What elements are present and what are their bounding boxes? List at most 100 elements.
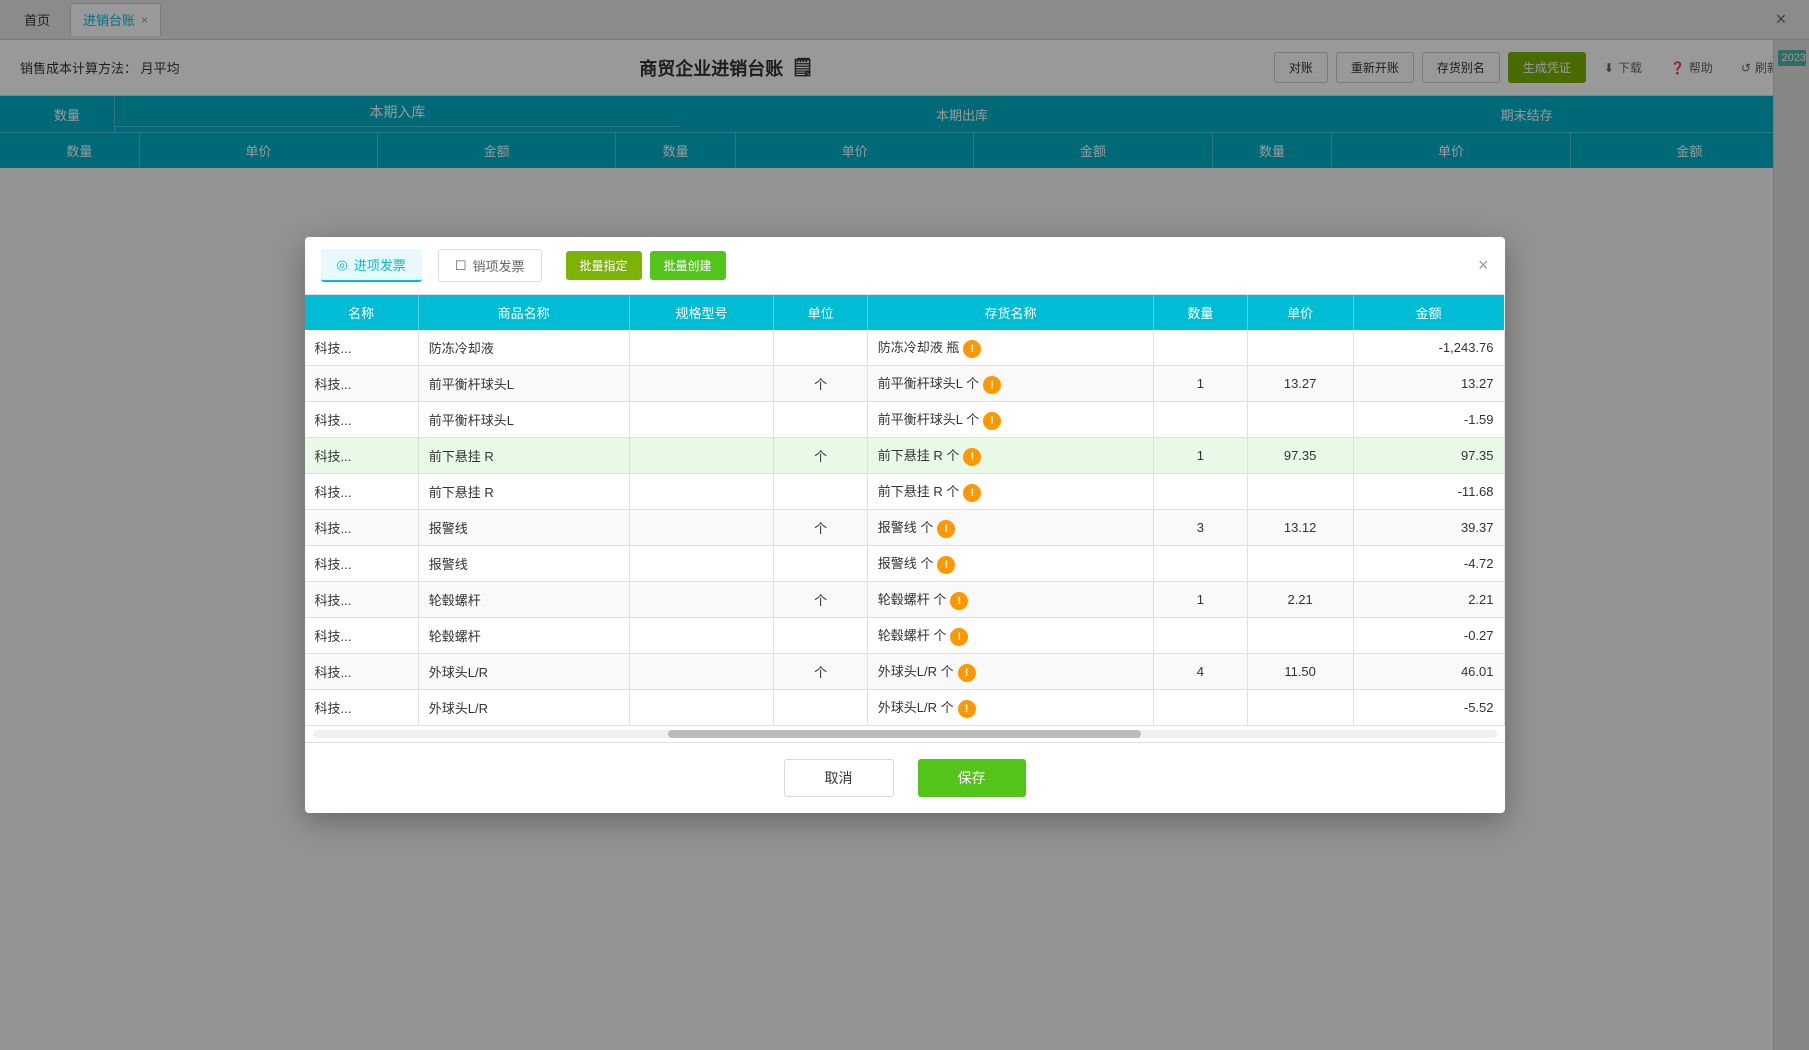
th-name: 名称 — [305, 295, 419, 330]
cell-quantity — [1154, 618, 1247, 654]
cell-quantity: 1 — [1154, 366, 1247, 402]
modal-table-scroll[interactable]: 名称 商品名称 规格型号 单位 存货名称 数量 单价 金额 科技... 防冻冷却… — [305, 295, 1505, 726]
cell-product-name: 轮毂螺杆 — [418, 582, 629, 618]
cell-unit — [774, 330, 867, 366]
warning-icon: ! — [983, 376, 1001, 394]
invoice-table: 名称 商品名称 规格型号 单位 存货名称 数量 单价 金额 科技... 防冻冷却… — [305, 295, 1505, 726]
cell-unit: 个 — [774, 438, 867, 474]
table-row: 科技... 前下悬挂 R 个 前下悬挂 R 个! 1 97.35 97.35 — [305, 438, 1505, 474]
cell-stock-name: 报警线 个! — [867, 546, 1153, 582]
tab-outgoing-invoice[interactable]: ☐ 销项发票 — [438, 249, 542, 282]
table-row: 科技... 外球头L/R 个 外球头L/R 个! 4 11.50 46.01 — [305, 654, 1505, 690]
cell-stock-name: 前下悬挂 R 个! — [867, 474, 1153, 510]
tab-incoming-invoice[interactable]: ◎ 进项发票 — [321, 249, 422, 282]
save-button[interactable]: 保存 — [918, 759, 1026, 797]
cell-unit-price — [1247, 546, 1353, 582]
cell-unit-price — [1247, 474, 1353, 510]
warning-icon: ! — [958, 664, 976, 682]
cell-amount: 39.37 — [1353, 510, 1504, 546]
cell-name: 科技... — [305, 474, 419, 510]
cell-stock-name: 前平衡杆球头L 个! — [867, 402, 1153, 438]
cell-spec — [629, 582, 774, 618]
cell-quantity — [1154, 546, 1247, 582]
cancel-button[interactable]: 取消 — [784, 759, 894, 797]
cell-quantity: 4 — [1154, 654, 1247, 690]
cell-stock-name: 轮毂螺杆 个! — [867, 582, 1153, 618]
warning-icon: ! — [963, 448, 981, 466]
cell-unit — [774, 690, 867, 726]
cell-spec — [629, 438, 774, 474]
cell-name: 科技... — [305, 402, 419, 438]
th-unit-price: 单价 — [1247, 295, 1353, 330]
warning-icon: ! — [937, 556, 955, 574]
cell-spec — [629, 618, 774, 654]
cell-unit — [774, 618, 867, 654]
cell-unit — [774, 402, 867, 438]
table-row: 科技... 前下悬挂 R 前下悬挂 R 个! -11.68 — [305, 474, 1505, 510]
cell-quantity: 1 — [1154, 438, 1247, 474]
table-row: 科技... 前平衡杆球头L 前平衡杆球头L 个! -1.59 — [305, 402, 1505, 438]
cell-unit — [774, 474, 867, 510]
cell-unit-price — [1247, 330, 1353, 366]
cell-unit: 个 — [774, 366, 867, 402]
modal-footer: 取消 保存 — [305, 742, 1505, 813]
cell-product-name: 外球头L/R — [418, 690, 629, 726]
cell-product-name: 前平衡杆球头L — [418, 402, 629, 438]
cell-unit-price — [1247, 690, 1353, 726]
cell-quantity — [1154, 330, 1247, 366]
cell-quantity — [1154, 402, 1247, 438]
cell-product-name: 轮毂螺杆 — [418, 618, 629, 654]
cell-product-name: 外球头L/R — [418, 654, 629, 690]
modal-close-button[interactable]: × — [1478, 255, 1489, 276]
table-row: 科技... 前平衡杆球头L 个 前平衡杆球头L 个! 1 13.27 13.27 — [305, 366, 1505, 402]
table-row: 科技... 轮毂螺杆 轮毂螺杆 个! -0.27 — [305, 618, 1505, 654]
cell-amount: -1.59 — [1353, 402, 1504, 438]
cell-product-name: 防冻冷却液 — [418, 330, 629, 366]
cell-spec — [629, 330, 774, 366]
table-row: 科技... 轮毂螺杆 个 轮毂螺杆 个! 1 2.21 2.21 — [305, 582, 1505, 618]
table-header-row: 名称 商品名称 规格型号 单位 存货名称 数量 单价 金额 — [305, 295, 1505, 330]
cell-amount: 46.01 — [1353, 654, 1504, 690]
cell-product-name: 报警线 — [418, 546, 629, 582]
cell-spec — [629, 690, 774, 726]
modal-overlay: ◎ 进项发票 ☐ 销项发票 批量指定 批量创建 × 名称 商品名称 — [0, 0, 1809, 1050]
table-row: 科技... 外球头L/R 外球头L/R 个! -5.52 — [305, 690, 1505, 726]
cell-amount: 97.35 — [1353, 438, 1504, 474]
cell-name: 科技... — [305, 546, 419, 582]
outgoing-invoice-icon: ☐ — [455, 258, 467, 274]
cell-unit — [774, 546, 867, 582]
cell-spec — [629, 474, 774, 510]
incoming-invoice-label: 进项发票 — [354, 255, 406, 274]
cell-amount: -0.27 — [1353, 618, 1504, 654]
th-amount: 金额 — [1353, 295, 1504, 330]
th-unit: 单位 — [774, 295, 867, 330]
horizontal-scrollbar[interactable] — [313, 730, 1497, 738]
cell-quantity: 3 — [1154, 510, 1247, 546]
cell-unit-price: 13.27 — [1247, 366, 1353, 402]
cell-stock-name: 外球头L/R 个! — [867, 690, 1153, 726]
cell-unit-price — [1247, 402, 1353, 438]
batch-create-button[interactable]: 批量创建 — [650, 251, 726, 280]
cell-unit-price: 13.12 — [1247, 510, 1353, 546]
outgoing-invoice-label: 销项发票 — [473, 256, 525, 275]
cell-product-name: 前平衡杆球头L — [418, 366, 629, 402]
cell-quantity — [1154, 474, 1247, 510]
cell-stock-name: 轮毂螺杆 个! — [867, 618, 1153, 654]
cell-unit-price: 11.50 — [1247, 654, 1353, 690]
cell-quantity: 1 — [1154, 582, 1247, 618]
cell-stock-name: 报警线 个! — [867, 510, 1153, 546]
batch-assign-button[interactable]: 批量指定 — [566, 251, 642, 280]
warning-icon: ! — [963, 340, 981, 358]
warning-icon: ! — [983, 412, 1001, 430]
cell-spec — [629, 366, 774, 402]
cell-product-name: 报警线 — [418, 510, 629, 546]
cell-unit: 个 — [774, 510, 867, 546]
cell-name: 科技... — [305, 654, 419, 690]
cell-unit-price: 97.35 — [1247, 438, 1353, 474]
modal-header: ◎ 进项发票 ☐ 销项发票 批量指定 批量创建 × — [305, 237, 1505, 295]
cell-amount: -4.72 — [1353, 546, 1504, 582]
cell-name: 科技... — [305, 690, 419, 726]
cell-spec — [629, 510, 774, 546]
cell-spec — [629, 654, 774, 690]
cell-quantity — [1154, 690, 1247, 726]
